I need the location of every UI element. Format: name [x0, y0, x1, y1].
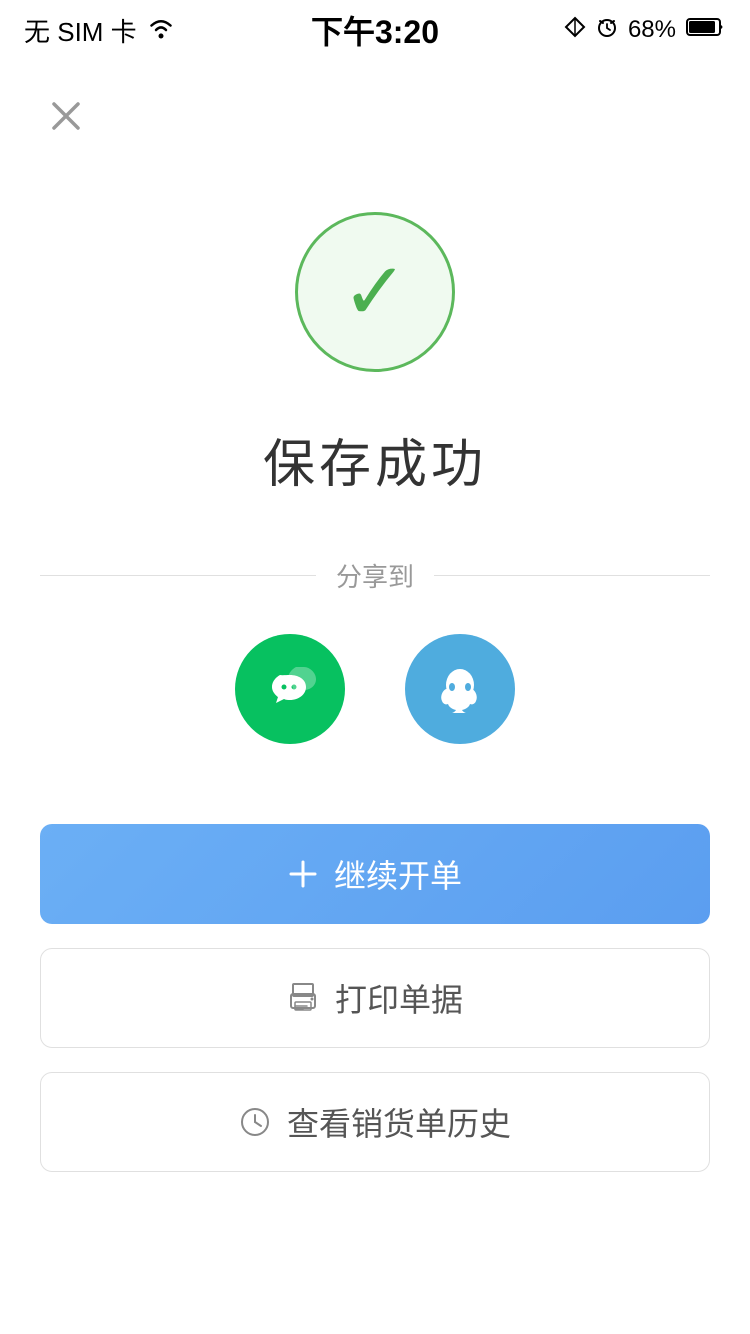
print-button[interactable]: 打印单据	[40, 948, 710, 1048]
battery-icon	[686, 16, 726, 45]
status-right: 68%	[564, 16, 726, 45]
print-label: 打印单据	[335, 975, 463, 1021]
share-label: 分享到	[336, 557, 414, 594]
battery-percent: 68%	[628, 16, 676, 44]
success-circle: ✓	[295, 212, 455, 372]
alarm-icon	[596, 16, 618, 45]
divider-left	[40, 575, 316, 576]
close-button[interactable]	[40, 90, 92, 142]
divider-row: 分享到	[40, 557, 710, 594]
success-title: 保存成功	[263, 422, 487, 497]
history-label: 查看销货单历史	[287, 1099, 511, 1145]
share-icons-row	[235, 634, 515, 744]
divider-right	[434, 575, 710, 576]
history-button[interactable]: 查看销货单历史	[40, 1072, 710, 1172]
clock-icon	[239, 1106, 271, 1138]
main-content: ✓ 保存成功 分享到	[0, 152, 750, 1334]
printer-icon	[287, 982, 319, 1014]
share-qq-button[interactable]	[405, 634, 515, 744]
status-bar: 无 SIM 卡 下午3:20 68	[0, 0, 750, 60]
share-wechat-button[interactable]	[235, 634, 345, 744]
plus-icon	[288, 859, 318, 889]
continue-order-button[interactable]: 继续开单	[40, 824, 710, 924]
continue-order-label: 继续开单	[334, 851, 462, 897]
actions-section: 继续开单 打印单据 查看销货单历史	[40, 824, 710, 1172]
close-button-wrapper	[0, 60, 750, 152]
share-section: 分享到	[40, 557, 710, 744]
wifi-icon	[147, 15, 175, 46]
sim-text: 无 SIM 卡	[24, 12, 137, 49]
status-time: 下午3:20	[311, 7, 439, 53]
status-left: 无 SIM 卡	[24, 12, 175, 49]
checkmark-icon: ✓	[341, 252, 408, 332]
location-icon	[564, 16, 586, 45]
